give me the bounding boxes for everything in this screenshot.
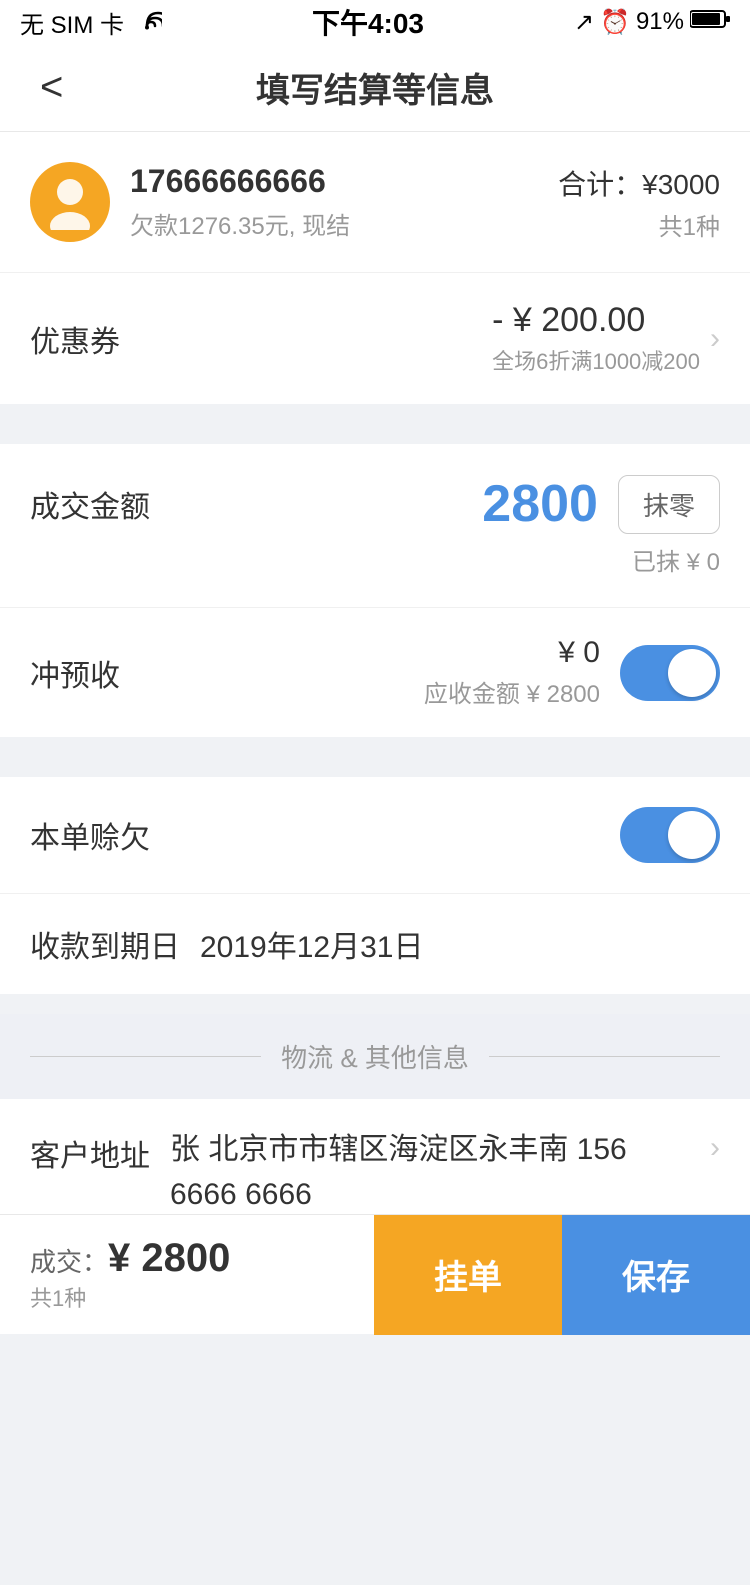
back-button[interactable]: < [30, 55, 73, 120]
bottom-summary: 成交：¥ 2800 共1种 [0, 1236, 374, 1313]
coupon-label: 优惠券 [30, 317, 120, 361]
total-label-amount: 合计：¥3000 [558, 163, 720, 203]
battery-icon [690, 8, 730, 36]
hold-button[interactable]: 挂单 [374, 1215, 562, 1335]
total-count: 共1种 [558, 207, 720, 242]
bottom-deal-row: 成交：¥ 2800 [30, 1236, 344, 1281]
customer-total: 合计：¥3000 共1种 [558, 163, 720, 242]
address-label: 客户地址 [30, 1127, 150, 1175]
battery-level: 91% [636, 8, 684, 36]
customer-row: 17666666666 欠款1276.35元, 现结 合计：¥3000 共1种 [0, 132, 750, 272]
prepay-label: 冲预收 [30, 651, 120, 695]
amount-row: 成交金额 2800 抹零 [30, 474, 720, 534]
prepay-values: ¥ 0 应收金额 ¥ 2800 [424, 636, 600, 709]
round-button[interactable]: 抹零 [618, 475, 720, 534]
prepay-toggle[interactable] [620, 645, 720, 701]
amount-sub: 已抹 ¥ 0 [30, 542, 720, 577]
duedate-row: 收款到期日 2019年12月31日 [30, 922, 720, 966]
customer-phone: 17666666666 [130, 163, 350, 200]
status-right: ↗ ⏰ 91% [574, 8, 730, 37]
customer-left: 17666666666 欠款1276.35元, 现结 [30, 162, 350, 242]
amount-label: 成交金额 [30, 482, 150, 526]
prepay-sub: 应收金额 ¥ 2800 [424, 674, 600, 709]
prepay-right: ¥ 0 应收金额 ¥ 2800 [424, 636, 720, 709]
total-amount: ¥3000 [642, 169, 720, 200]
nav-bar: < 填写结算等信息 [0, 44, 750, 132]
debit-label: 本单赊欠 [30, 813, 150, 857]
prepay-row: 冲预收 ¥ 0 应收金额 ¥ 2800 [0, 607, 750, 737]
logistics-separator: 物流 & 其他信息 [0, 1014, 750, 1099]
customer-debt: 欠款1276.35元, 现结 [130, 206, 350, 241]
debit-section: 本单赊欠 [0, 777, 750, 893]
amount-right: 2800 抹零 [482, 474, 720, 534]
amount-value: 2800 [482, 474, 598, 534]
status-bar: 无 SIM 卡 下午4:03 ↗ ⏰ 91% [0, 0, 750, 44]
total-label: 合计： [558, 169, 642, 200]
page-title: 填写结算等信息 [256, 63, 494, 112]
divider-1 [0, 424, 750, 444]
deal-label: 成交： [30, 1247, 108, 1277]
deal-count: 共1种 [30, 1281, 344, 1313]
debit-toggle[interactable] [620, 807, 720, 863]
content: 17666666666 欠款1276.35元, 现结 合计：¥3000 共1种 … [0, 132, 750, 1585]
duedate-section: 收款到期日 2019年12月31日 [0, 893, 750, 994]
amount-card: 成交金额 2800 抹零 已抹 ¥ 0 冲预收 ¥ 0 应收金额 ¥ 2800 [0, 444, 750, 737]
status-left: 无 SIM 卡 [20, 5, 162, 40]
location-icon: ↗ [574, 8, 594, 37]
avatar [30, 162, 110, 242]
amount-section: 成交金额 2800 抹零 已抹 ¥ 0 [0, 444, 750, 607]
wifi-icon [132, 8, 162, 37]
customer-info: 17666666666 欠款1276.35元, 现结 [130, 163, 350, 241]
coupon-amount: - ¥ 200.00 [492, 301, 700, 340]
sep-line-left [30, 1056, 261, 1057]
status-time: 下午4:03 [312, 2, 424, 42]
deal-amount: ¥ 2800 [108, 1236, 230, 1280]
coupon-info: - ¥ 200.00 全场6折满1000减200 [492, 301, 700, 376]
alarm-icon: ⏰ [600, 8, 630, 37]
coupon-desc: 全场6折满1000减200 [492, 344, 700, 376]
chevron-right-icon: › [710, 322, 720, 356]
address-chevron-icon: › [710, 1127, 720, 1165]
coupon-row[interactable]: 优惠券 - ¥ 200.00 全场6折满1000减200 › [0, 272, 750, 404]
sep-text: 物流 & 其他信息 [281, 1038, 469, 1075]
duedate-value: 2019年12月31日 [200, 922, 423, 966]
debit-card: 本单赊欠 收款到期日 2019年12月31日 [0, 777, 750, 994]
prepay-amount: ¥ 0 [424, 636, 600, 670]
address-value: 张 北京市市辖区海淀区永丰南 156 6666 6666 [170, 1127, 700, 1217]
save-button[interactable]: 保存 [562, 1215, 750, 1335]
divider-2 [0, 757, 750, 777]
sim-status: 无 SIM 卡 [20, 5, 124, 40]
bottom-bar: 成交：¥ 2800 共1种 挂单 保存 [0, 1214, 750, 1334]
coupon-right: - ¥ 200.00 全场6折满1000减200 › [492, 301, 720, 376]
duedate-label: 收款到期日 [30, 922, 180, 966]
customer-card: 17666666666 欠款1276.35元, 现结 合计：¥3000 共1种 … [0, 132, 750, 404]
sep-line-right [489, 1056, 720, 1057]
